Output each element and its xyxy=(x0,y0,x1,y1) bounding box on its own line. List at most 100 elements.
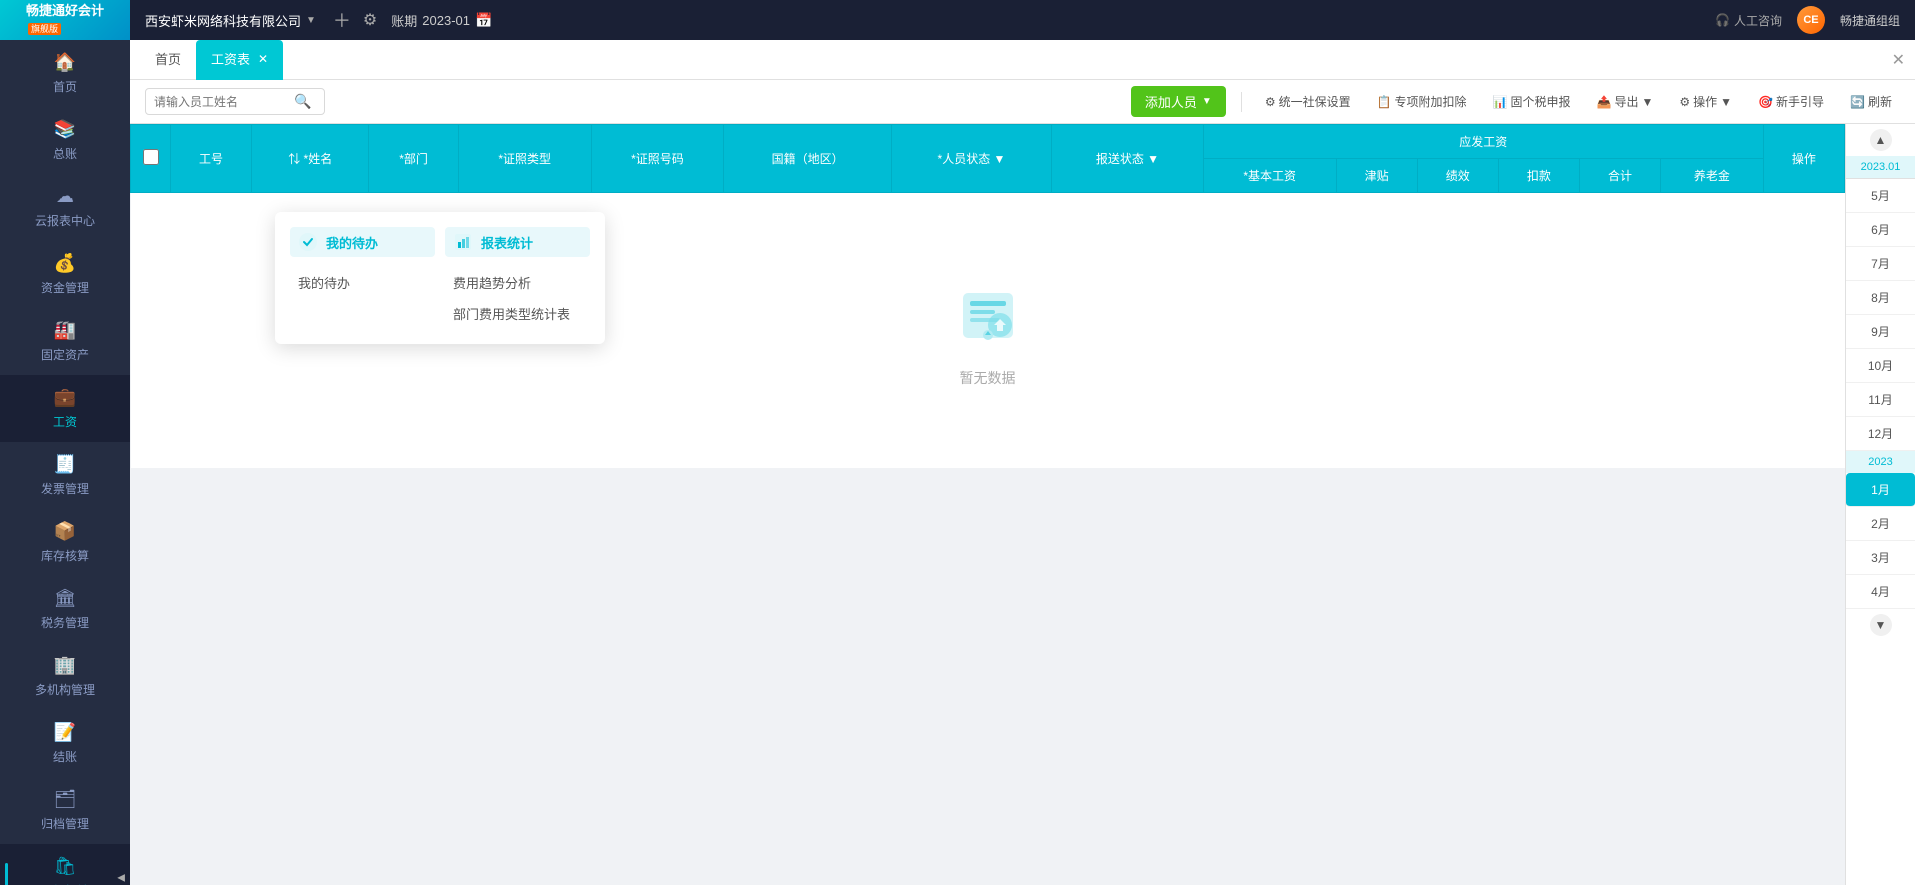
social-insurance-label: 统一社保设置 xyxy=(1279,93,1351,110)
company-dropdown-icon[interactable]: ▼ xyxy=(306,15,316,26)
calendar-month-aug[interactable]: 8月 xyxy=(1846,281,1915,315)
sidebar-item-salary[interactable]: 💼 工资 xyxy=(0,375,130,442)
sidebar-label-fixed-assets: 固定资产 xyxy=(41,346,89,363)
popup-todo-item[interactable]: 我的待办 xyxy=(290,267,435,298)
close-content-btn[interactable]: ✕ xyxy=(1892,50,1905,70)
social-insurance-btn[interactable]: ⚙ 统一社保设置 xyxy=(1257,89,1359,114)
headset-icon: 🎧 xyxy=(1715,13,1730,27)
calendar-month-jul[interactable]: 7月 xyxy=(1846,247,1915,281)
customer-service-label: 人工咨询 xyxy=(1734,12,1782,29)
app-logo-text: 畅捷通好会计 xyxy=(26,3,104,19)
calendar-month-jun[interactable]: 6月 xyxy=(1846,213,1915,247)
add-person-dropdown-icon: ▼ xyxy=(1202,96,1212,107)
header-company-section: 西安虾米网络科技有限公司 ▼ ＋ ⚙ 账期 2023-01 📅 xyxy=(130,5,1715,35)
main-layout: 🏠 首页 📚 总账 ☁ 云报表中心 💰 资金管理 🏭 固定资产 💼 工资 🧾 发… xyxy=(0,40,1915,885)
sidebar-item-expense[interactable]: 🛍 小畅报销 ◀ xyxy=(0,844,130,885)
tab-close-btn[interactable]: ✕ xyxy=(258,52,268,66)
popup-grid: 我的待办 我的待办 xyxy=(290,227,590,329)
sidebar: 🏠 首页 📚 总账 ☁ 云报表中心 💰 资金管理 🏭 固定资产 💼 工资 🧾 发… xyxy=(0,40,130,885)
multi-org-icon: 🏢 xyxy=(54,655,76,676)
calendar-month-may[interactable]: 5月 xyxy=(1846,179,1915,213)
calendar-month-dec[interactable]: 12月 xyxy=(1846,417,1915,451)
tab-home[interactable]: 首页 xyxy=(140,40,196,80)
popup-cost-trend-item[interactable]: 费用趋势分析 xyxy=(445,267,590,298)
tax-report-label: 固个税申报 xyxy=(1511,93,1571,110)
sidebar-item-invoice[interactable]: 🧾 发票管理 xyxy=(0,442,130,509)
guide-btn-label: 新手引导 xyxy=(1776,93,1824,110)
tax-icon: 🏛 xyxy=(54,588,77,609)
search-wrap: 🔍 xyxy=(145,88,325,115)
special-deduction-icon: 📋 xyxy=(1377,95,1392,109)
toolbar: 🔍 添加人员 ▼ ⚙ 统一社保设置 📋 专项附加扣除 📊 固个税申报 📤 xyxy=(130,80,1915,124)
settings-icon[interactable]: ⚙ xyxy=(361,8,379,32)
sidebar-item-ledger[interactable]: 📚 总账 xyxy=(0,107,130,174)
sidebar-item-home[interactable]: 🏠 首页 xyxy=(0,40,130,107)
calendar-month-jan-active[interactable]: 1月 xyxy=(1846,473,1915,507)
th-nationality: 国籍（地区） xyxy=(724,125,892,193)
add-icon[interactable]: ＋ xyxy=(331,5,353,35)
th-performance: 绩效 xyxy=(1417,159,1498,193)
calendar-month-oct[interactable]: 10月 xyxy=(1846,349,1915,383)
calendar-month-sep[interactable]: 9月 xyxy=(1846,315,1915,349)
calendar-nav-down[interactable]: ▼ xyxy=(1846,609,1915,641)
sidebar-label-tax: 税务管理 xyxy=(41,614,89,631)
calendar-month-apr[interactable]: 4月 xyxy=(1846,575,1915,609)
popup-dept-cost-item[interactable]: 部门费用类型统计表 xyxy=(445,298,590,329)
sidebar-item-archive[interactable]: 🗂 归档管理 xyxy=(0,777,130,844)
calendar-down-btn[interactable]: ▼ xyxy=(1870,614,1892,636)
calendar-up-btn[interactable]: ▲ xyxy=(1870,129,1892,151)
sidebar-label-ledger: 总账 xyxy=(53,145,77,162)
sidebar-item-closing[interactable]: 📝 结账 xyxy=(0,710,130,777)
calendar-icon[interactable]: 📅 xyxy=(475,12,492,29)
sidebar-item-tax[interactable]: 🏛 税务管理 xyxy=(0,576,130,643)
th-checkbox xyxy=(131,125,171,193)
sidebar-item-inventory[interactable]: 📦 库存核算 xyxy=(0,509,130,576)
th-person-status: *人员状态 ▼ xyxy=(891,125,1051,193)
th-id-type: *证照类型 xyxy=(458,125,591,193)
calendar-year-header: 2023.01 xyxy=(1846,156,1915,179)
refresh-icon: 🔄 xyxy=(1850,95,1865,109)
th-total: 合计 xyxy=(1579,159,1660,193)
todo-icon xyxy=(298,232,318,252)
operation-btn[interactable]: ⚙ 操作 ▼ xyxy=(1671,89,1740,114)
search-input[interactable] xyxy=(154,95,294,109)
popup-report-title[interactable]: 报表统计 xyxy=(445,227,590,257)
tab-home-label: 首页 xyxy=(155,49,181,68)
add-person-button[interactable]: 添加人员 ▼ xyxy=(1131,86,1226,117)
popup-report-label: 报表统计 xyxy=(481,233,533,252)
refresh-btn[interactable]: 🔄 刷新 xyxy=(1842,89,1900,114)
sidebar-item-fixed-assets[interactable]: 🏭 固定资产 xyxy=(0,308,130,375)
guide-btn[interactable]: 🎯 新手引导 xyxy=(1750,89,1832,114)
export-btn[interactable]: 📤 导出 ▼ xyxy=(1589,89,1662,114)
calendar-nav-up[interactable]: ▲ xyxy=(1846,124,1915,156)
right-calendar: ▲ 2023.01 5月 6月 7月 8月 9月 10月 11月 12月 202… xyxy=(1845,124,1915,885)
content-area: 首页 工资表 ✕ ✕ 🔍 添加人员 ▼ ⚙ 统一社保设置 xyxy=(130,40,1915,885)
table-wrap: 工号 ⇅ *姓名 *部门 *证照类型 *证照号码 国籍（地区） *人员状态 ▼ … xyxy=(130,124,1845,885)
calendar-month-mar[interactable]: 3月 xyxy=(1846,541,1915,575)
search-button[interactable]: 🔍 xyxy=(294,93,311,110)
sidebar-item-fund[interactable]: 💰 资金管理 xyxy=(0,241,130,308)
th-id-number: *证照号码 xyxy=(591,125,724,193)
special-deduction-btn[interactable]: 📋 专项附加扣除 xyxy=(1369,89,1475,114)
customer-service-btn[interactable]: 🎧 人工咨询 xyxy=(1715,12,1782,29)
tax-report-icon: 📊 xyxy=(1493,95,1508,109)
tab-salary[interactable]: 工资表 ✕ xyxy=(196,40,283,80)
tax-report-btn[interactable]: 📊 固个税申报 xyxy=(1485,89,1579,114)
popup-todo-title[interactable]: 我的待办 xyxy=(290,227,435,257)
calendar-month-nov[interactable]: 11月 xyxy=(1846,383,1915,417)
th-allowance: 津贴 xyxy=(1336,159,1417,193)
home-icon: 🏠 xyxy=(54,52,76,73)
sidebar-item-cloud-report[interactable]: ☁ 云报表中心 xyxy=(0,174,130,241)
empty-state-icon xyxy=(948,273,1028,353)
operation-icon: ⚙ xyxy=(1679,95,1690,109)
calendar-month-feb[interactable]: 2月 xyxy=(1846,507,1915,541)
sidebar-submenu-popup: 我的待办 我的待办 xyxy=(275,212,605,344)
content-with-right: 工号 ⇅ *姓名 *部门 *证照类型 *证照号码 国籍（地区） *人员状态 ▼ … xyxy=(130,124,1915,885)
company-name[interactable]: 西安虾米网络科技有限公司 xyxy=(145,11,301,30)
user-avatar[interactable]: CE xyxy=(1797,6,1825,34)
header-right: 🎧 人工咨询 CE 畅捷通组组 xyxy=(1715,6,1915,34)
select-all-checkbox[interactable] xyxy=(143,149,159,165)
cloud-icon: ☁ xyxy=(56,186,74,207)
export-icon: 📤 xyxy=(1597,95,1612,109)
sidebar-item-multi-org[interactable]: 🏢 多机构管理 xyxy=(0,643,130,710)
